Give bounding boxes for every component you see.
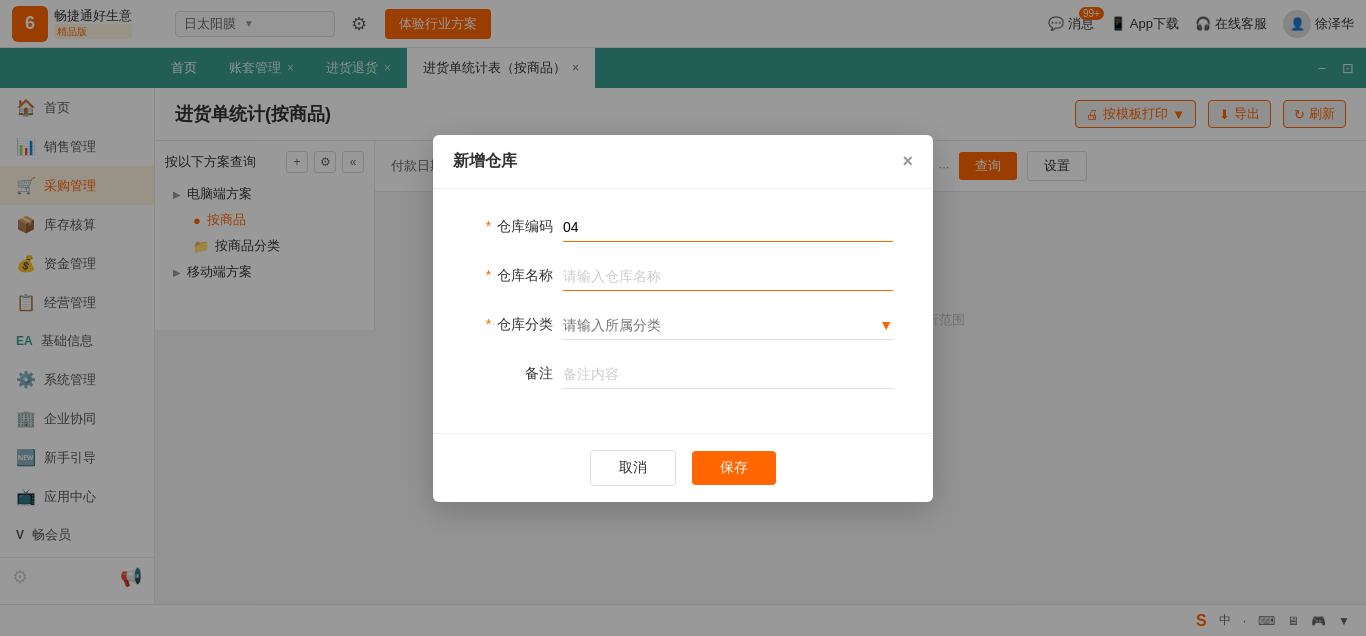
dialog-category-label: * 仓库分类 [473, 316, 553, 334]
new-warehouse-dialog: 新增仓库 × * 仓库编码 * 仓库名称 [433, 135, 933, 502]
dialog-name-field: * 仓库名称 [473, 262, 893, 291]
warehouse-code-input[interactable] [563, 213, 893, 242]
category-input[interactable] [563, 311, 879, 339]
dialog-code-label: * 仓库编码 [473, 218, 553, 236]
cancel-button[interactable]: 取消 [590, 450, 676, 486]
category-select-wrap: ▼ [563, 311, 893, 340]
cat-required-star: * [486, 316, 491, 332]
category-dropdown-icon[interactable]: ▼ [879, 317, 893, 333]
dialog-code-field: * 仓库编码 [473, 213, 893, 242]
dialog-close-button[interactable]: × [902, 151, 913, 172]
dialog-note-field: 备注 [473, 360, 893, 389]
modal-overlay: 新增仓库 × * 仓库编码 * 仓库名称 [0, 0, 1366, 636]
dialog-title: 新增仓库 [453, 151, 517, 172]
dialog-footer: 取消 保存 [433, 433, 933, 502]
code-required-star: * [486, 218, 491, 234]
warehouse-name-input[interactable] [563, 262, 893, 291]
save-button[interactable]: 保存 [692, 451, 776, 485]
dialog-name-label: * 仓库名称 [473, 267, 553, 285]
dialog-body: * 仓库编码 * 仓库名称 * 仓库分类 [433, 189, 933, 433]
dialog-header: 新增仓库 × [433, 135, 933, 189]
dialog-note-label: 备注 [473, 365, 553, 383]
name-required-star: * [486, 267, 491, 283]
dialog-category-field: * 仓库分类 ▼ [473, 311, 893, 340]
warehouse-note-input[interactable] [563, 360, 893, 389]
